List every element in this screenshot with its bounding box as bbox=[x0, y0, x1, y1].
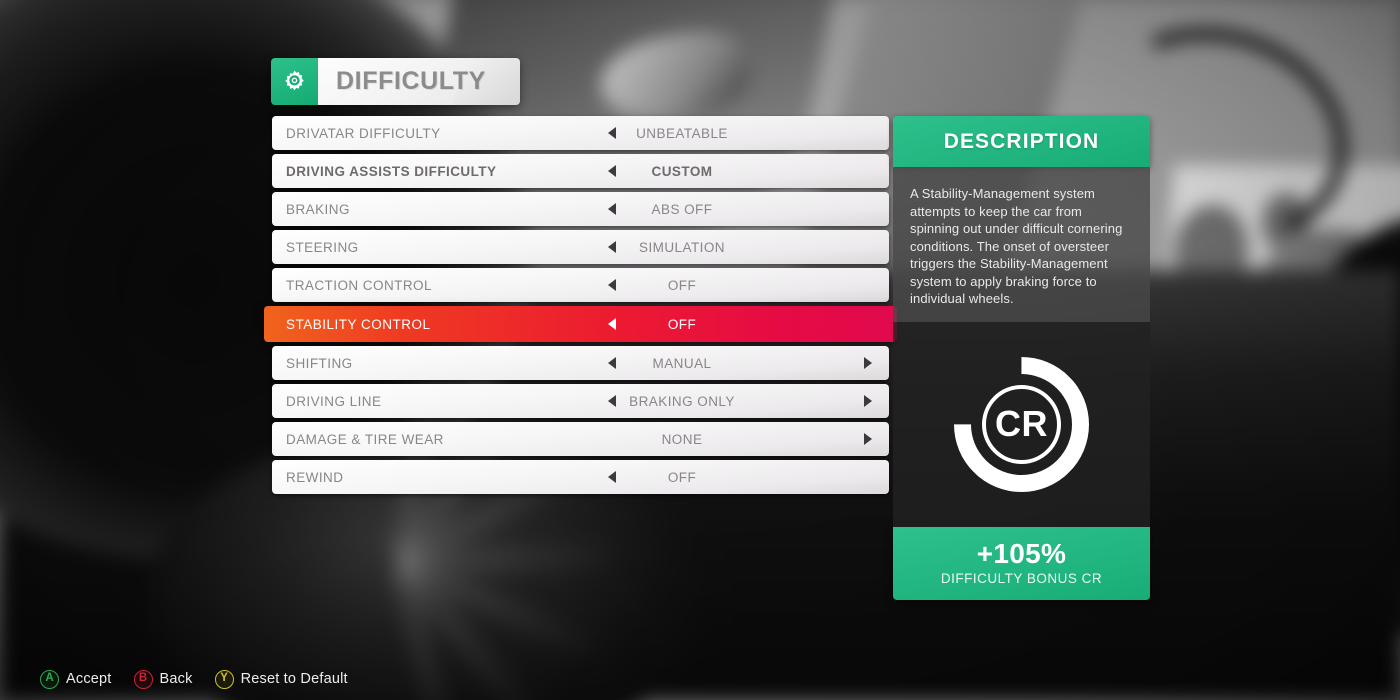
settings-row[interactable]: DRIVING ASSISTS DIFFICULTY CUSTOM bbox=[272, 154, 889, 188]
settings-row-label: DRIVING ASSISTS DIFFICULTY bbox=[286, 163, 497, 179]
settings-row-value: NONE bbox=[661, 431, 703, 447]
settings-row-label: SHIFTING bbox=[286, 355, 353, 371]
action-prompt[interactable]: Y Reset to Default bbox=[214, 669, 348, 689]
settings-row-value: MANUAL bbox=[652, 355, 712, 371]
settings-row-label: DRIVATAR DIFFICULTY bbox=[286, 125, 441, 141]
difficulty-bonus-panel: +105% DIFFICULTY BONUS CR bbox=[893, 526, 1150, 600]
description-text: A Stability-Management system attempts t… bbox=[910, 186, 1123, 306]
description-body: A Stability-Management system attempts t… bbox=[893, 167, 1150, 322]
gamepad-button-b-icon: B bbox=[133, 669, 153, 689]
action-prompt[interactable]: B Back bbox=[133, 669, 193, 689]
next-value-arrow-icon[interactable] bbox=[864, 395, 872, 407]
settings-row[interactable]: REWIND OFF bbox=[272, 460, 889, 494]
settings-row[interactable]: BRAKING ABS OFF bbox=[272, 192, 889, 226]
settings-row[interactable]: DRIVATAR DIFFICULTY UNBEATABLE bbox=[272, 116, 889, 150]
settings-row[interactable]: STEERING SIMULATION bbox=[272, 230, 889, 264]
gamepad-button-y-icon: Y bbox=[214, 669, 234, 689]
settings-row-value: OFF bbox=[667, 316, 697, 332]
settings-row-value: UNBEATABLE bbox=[636, 125, 728, 141]
settings-row-label: DRIVING LINE bbox=[286, 393, 382, 409]
page-title-text: DIFFICULTY bbox=[336, 67, 486, 95]
settings-list: DRIVATAR DIFFICULTY UNBEATABLE DRIVING ASS… bbox=[264, 116, 897, 498]
next-value-arrow-icon[interactable] bbox=[864, 357, 872, 369]
settings-row-label: STABILITY CONTROL bbox=[286, 316, 431, 332]
settings-row[interactable]: DAMAGE & TIRE WEAR NONE bbox=[272, 422, 889, 456]
credits-cr-icon: CR bbox=[926, 328, 1117, 520]
gamepad-button-a-icon: A bbox=[40, 669, 59, 689]
action-prompt[interactable]: A Accept bbox=[40, 669, 112, 689]
settings-row-value: SIMULATION bbox=[638, 239, 725, 255]
settings-row-label: DAMAGE & TIRE WEAR bbox=[286, 431, 444, 447]
credits-cr-text: CR bbox=[995, 403, 1048, 444]
description-header: DESCRIPTION bbox=[893, 116, 1150, 167]
side-panel: DESCRIPTION A Stability-Management syste… bbox=[893, 116, 1150, 600]
settings-row-label: REWIND bbox=[286, 469, 344, 485]
settings-row-value: OFF bbox=[667, 469, 697, 485]
settings-row-value: CUSTOM bbox=[651, 163, 713, 179]
action-prompt-label: Back bbox=[159, 671, 193, 687]
settings-row-value: BRAKING ONLY bbox=[629, 393, 735, 409]
action-bar: A Accept B Back Y Reset to Default bbox=[40, 666, 348, 692]
settings-row[interactable]: SHIFTING MANUAL bbox=[272, 346, 889, 380]
settings-row[interactable]: DRIVING LINE BRAKING ONLY bbox=[272, 384, 889, 418]
settings-row[interactable]: TRACTION CONTROL OFF bbox=[272, 268, 889, 302]
gear-icon bbox=[271, 58, 318, 105]
page-header: DIFFICULTY bbox=[271, 58, 520, 105]
credits-logo-area: CR bbox=[893, 321, 1150, 527]
next-value-arrow-icon[interactable] bbox=[864, 433, 872, 445]
settings-row-value: ABS OFF bbox=[651, 201, 713, 217]
page-title: DIFFICULTY bbox=[318, 58, 520, 105]
settings-row-label: BRAKING bbox=[286, 201, 350, 217]
settings-row-value: OFF bbox=[667, 277, 697, 293]
bonus-percent: +105% bbox=[976, 537, 1067, 569]
settings-row[interactable]: STABILITY CONTROL OFF bbox=[264, 306, 897, 342]
settings-row-label: TRACTION CONTROL bbox=[286, 277, 432, 293]
description-header-label: DESCRIPTION bbox=[943, 129, 1100, 153]
settings-row-label: STEERING bbox=[286, 239, 359, 255]
action-prompt-label: Accept bbox=[66, 671, 112, 687]
bonus-caption: DIFFICULTY BONUS CR bbox=[940, 570, 1103, 586]
action-prompt-label: Reset to Default bbox=[240, 671, 348, 687]
